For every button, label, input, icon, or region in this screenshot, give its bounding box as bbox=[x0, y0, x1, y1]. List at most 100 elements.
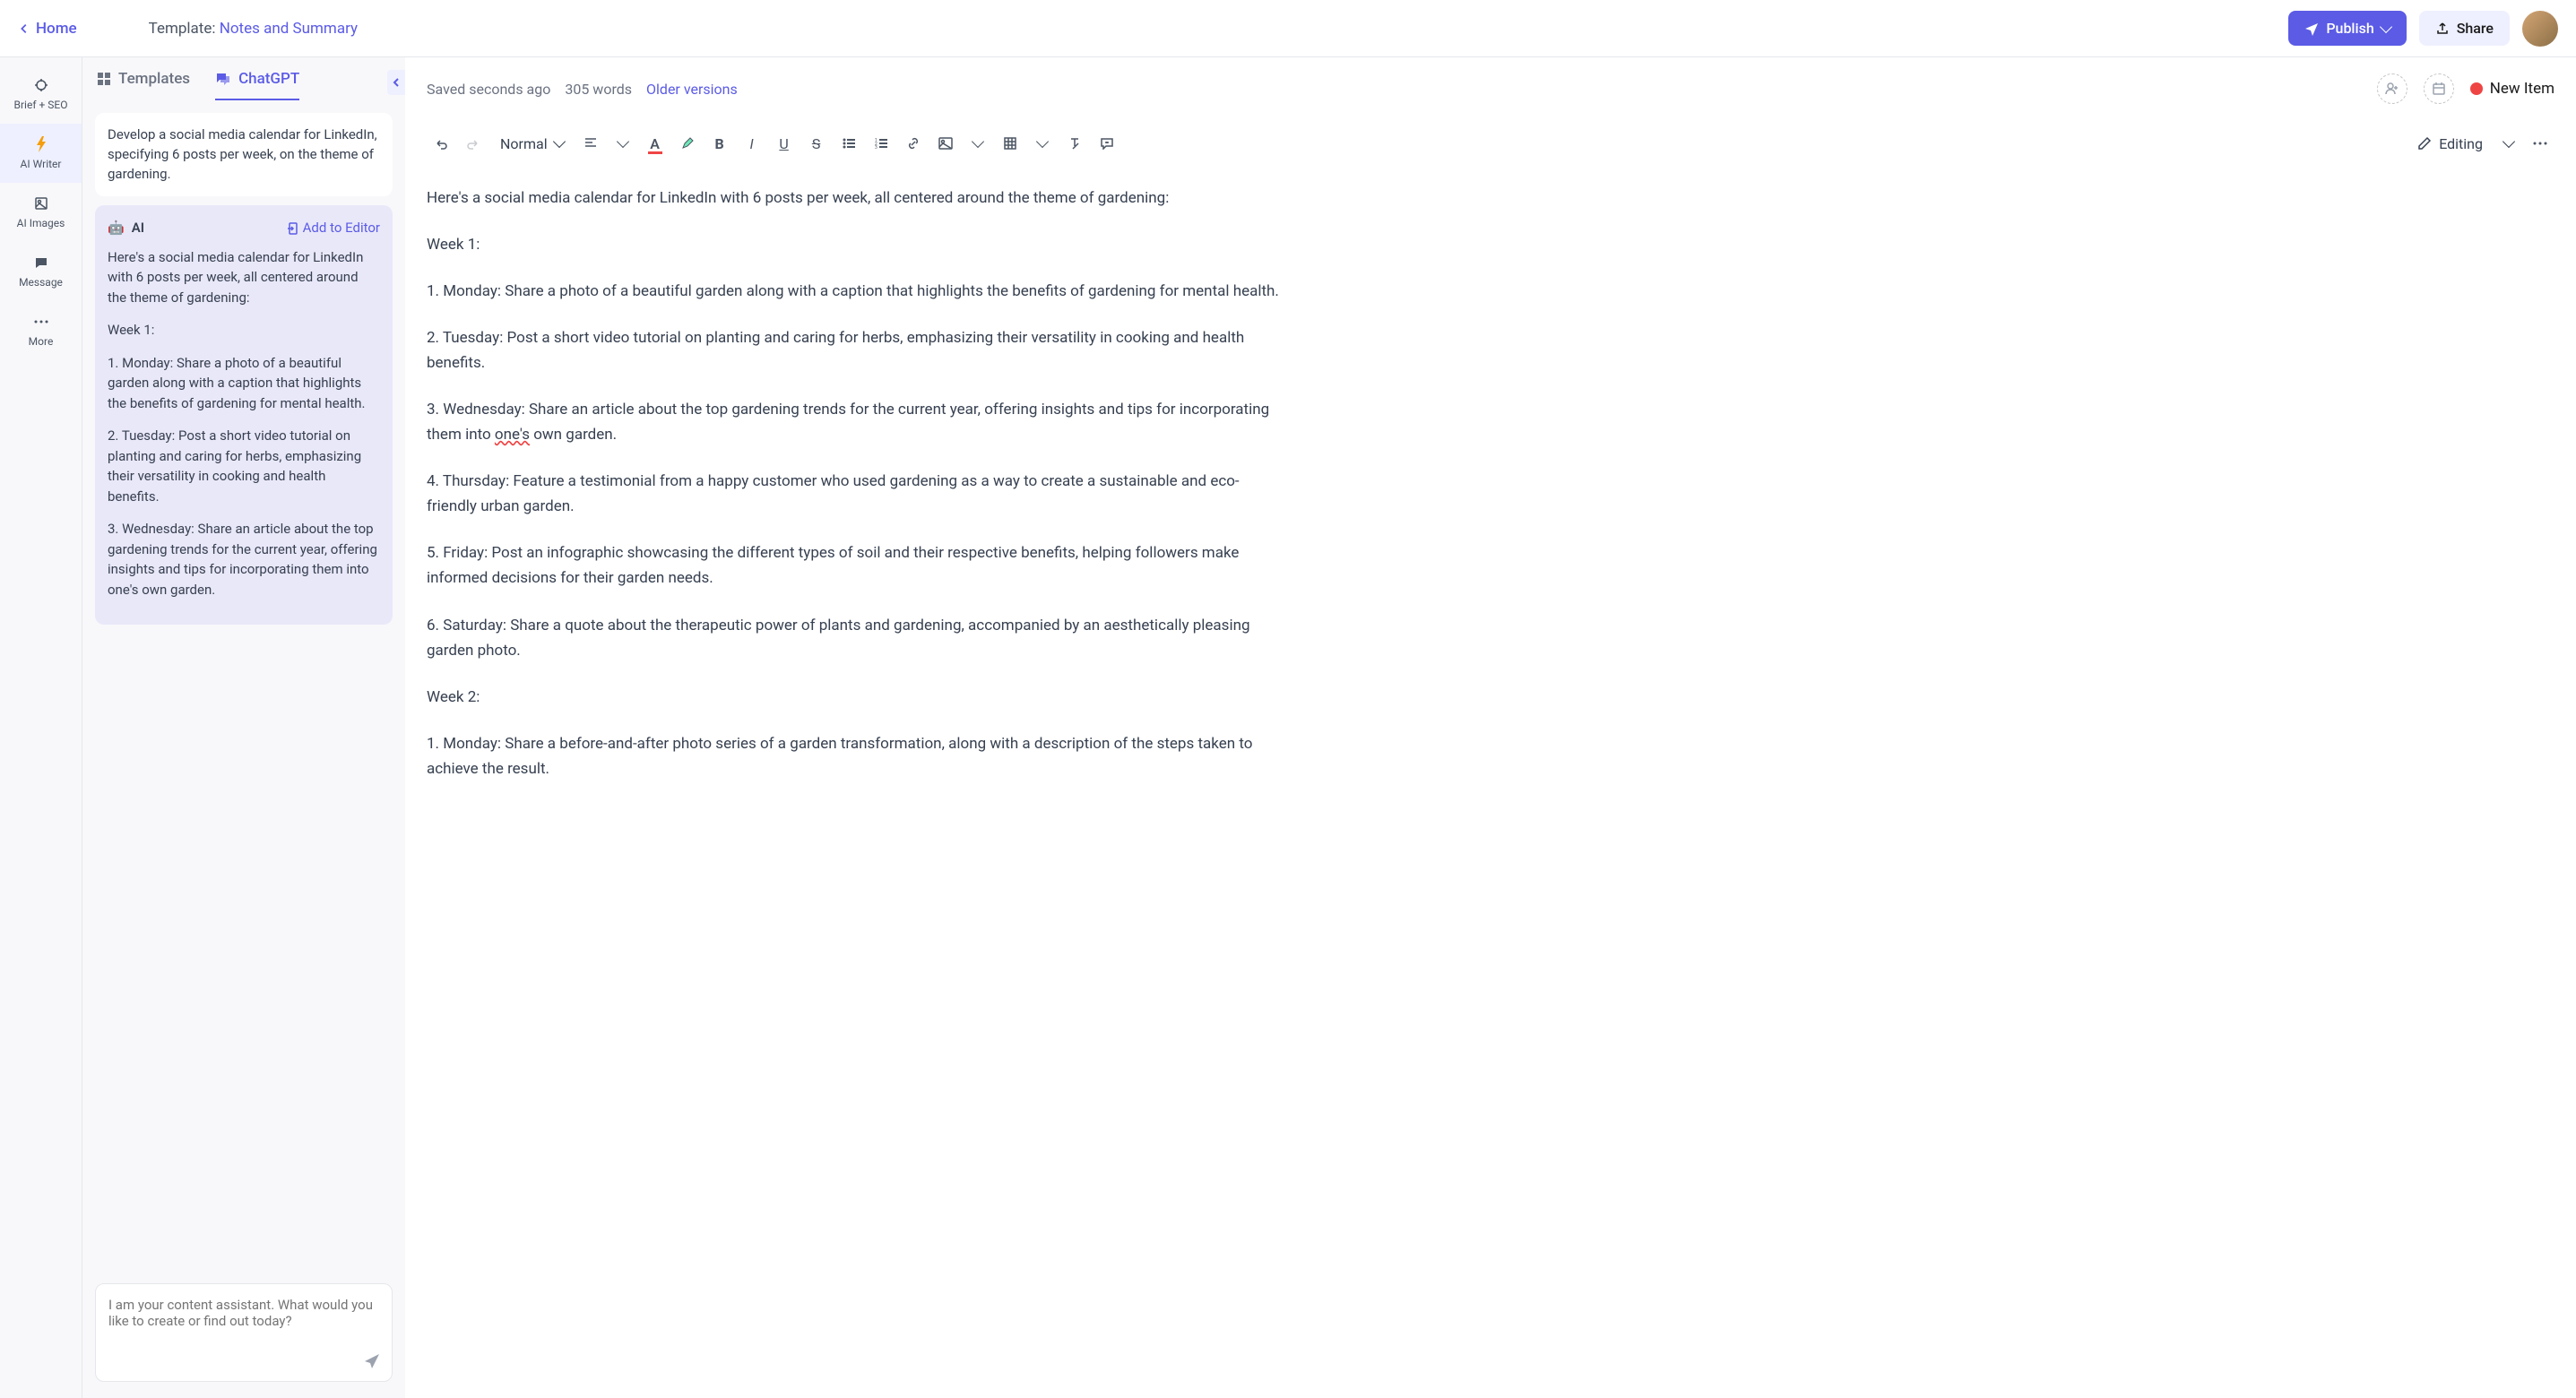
header-right: New Item bbox=[2377, 73, 2554, 104]
numbered-list-button[interactable]: 123 bbox=[867, 129, 895, 158]
rail-message[interactable]: Message bbox=[0, 242, 82, 301]
undo-button[interactable] bbox=[427, 129, 455, 158]
bullet-list-button[interactable] bbox=[834, 129, 863, 158]
editing-mode-select[interactable]: Editing bbox=[2417, 135, 2513, 152]
paper-plane-icon bbox=[364, 1353, 380, 1369]
home-label: Home bbox=[36, 20, 77, 38]
grid-icon bbox=[97, 72, 111, 86]
add-collaborator-button[interactable] bbox=[2377, 73, 2407, 104]
send-icon bbox=[2304, 22, 2319, 36]
user-message: Develop a social media calendar for Link… bbox=[95, 113, 393, 196]
table-button[interactable] bbox=[996, 129, 1024, 158]
ai-label: 🤖 AI bbox=[108, 218, 144, 238]
editor-paragraph: 3. Wednesday: Share an article about the… bbox=[427, 397, 1280, 447]
panel-tabs: Templates ChatGPT bbox=[82, 57, 405, 100]
toolbar: Normal A B I U S 123 E bbox=[405, 120, 2576, 168]
text-a-icon: A bbox=[650, 135, 660, 152]
template-label: Template: Notes and Summary bbox=[149, 20, 358, 38]
bullet-list-icon bbox=[843, 138, 855, 149]
underline-button[interactable]: U bbox=[770, 129, 799, 158]
collapse-panel-button[interactable] bbox=[387, 70, 405, 95]
top-actions: Publish Share bbox=[2288, 11, 2558, 47]
link-icon bbox=[906, 136, 921, 151]
paragraph-style-select[interactable]: Normal bbox=[491, 135, 573, 152]
editor-paragraph: 5. Friday: Post an infographic showcasin… bbox=[427, 540, 1280, 591]
editor-paragraph: Week 2: bbox=[427, 685, 1280, 710]
table-icon bbox=[1004, 137, 1016, 150]
bolt-icon bbox=[33, 136, 49, 152]
editor-content[interactable]: Here's a social media calendar for Linke… bbox=[405, 168, 1301, 1398]
highlighter-icon bbox=[680, 136, 695, 151]
table-dropdown[interactable] bbox=[1028, 129, 1057, 158]
older-versions-link[interactable]: Older versions bbox=[646, 81, 738, 98]
editor-area: Saved seconds ago 305 words Older versio… bbox=[405, 57, 2576, 1398]
chat-icon bbox=[33, 255, 49, 271]
redo-icon bbox=[466, 136, 480, 151]
undo-icon bbox=[434, 136, 448, 151]
chat-input[interactable] bbox=[95, 1283, 393, 1382]
italic-button[interactable]: I bbox=[738, 129, 766, 158]
word-count: 305 words bbox=[565, 81, 632, 98]
redo-button[interactable] bbox=[459, 129, 488, 158]
more-button[interactable] bbox=[2526, 129, 2554, 158]
rail-ai-writer[interactable]: AI Writer bbox=[0, 124, 82, 183]
editor-header: Saved seconds ago 305 words Older versio… bbox=[405, 57, 2576, 120]
target-icon bbox=[33, 77, 49, 93]
template-name[interactable]: Notes and Summary bbox=[220, 20, 358, 38]
align-left-icon bbox=[584, 138, 597, 149]
image-dropdown[interactable] bbox=[964, 129, 992, 158]
add-to-editor-button[interactable]: Add to Editor bbox=[287, 218, 380, 238]
clear-format-icon bbox=[1068, 136, 1082, 151]
rail-ai-images[interactable]: AI Images bbox=[0, 183, 82, 242]
pencil-icon bbox=[2417, 136, 2432, 151]
bold-icon: B bbox=[714, 135, 723, 152]
send-button[interactable] bbox=[364, 1353, 380, 1373]
rail-more[interactable]: More bbox=[0, 301, 82, 360]
chevron-left-icon bbox=[392, 78, 401, 87]
tab-templates[interactable]: Templates bbox=[97, 70, 190, 100]
schedule-button[interactable] bbox=[2424, 73, 2454, 104]
left-rail: Brief + SEO AI Writer AI Images Message … bbox=[0, 57, 82, 1398]
rail-brief-seo[interactable]: Brief + SEO bbox=[0, 65, 82, 124]
ai-message: 🤖 AI Add to Editor Here's a social media… bbox=[95, 205, 393, 625]
publish-button[interactable]: Publish bbox=[2288, 11, 2406, 46]
align-dropdown[interactable] bbox=[609, 129, 637, 158]
underline-icon: U bbox=[779, 135, 788, 152]
share-button[interactable]: Share bbox=[2419, 11, 2510, 46]
bold-button[interactable]: B bbox=[705, 129, 734, 158]
chat-input-wrap bbox=[82, 1283, 405, 1398]
image-button[interactable] bbox=[931, 129, 960, 158]
spell-error: one's bbox=[495, 426, 530, 444]
chevron-down-icon bbox=[2503, 135, 2515, 148]
ai-content: Here's a social media calendar for Linke… bbox=[108, 247, 380, 600]
editor-paragraph: 4. Thursday: Feature a testimonial from … bbox=[427, 469, 1280, 519]
user-avatar[interactable] bbox=[2522, 11, 2558, 47]
image-icon bbox=[938, 137, 953, 150]
italic-icon: I bbox=[749, 135, 753, 152]
save-status: Saved seconds ago bbox=[427, 81, 550, 98]
align-button[interactable] bbox=[576, 129, 605, 158]
highlight-button[interactable] bbox=[673, 129, 702, 158]
comments-icon bbox=[215, 72, 231, 86]
tab-chatgpt[interactable]: ChatGPT bbox=[215, 70, 299, 100]
home-link[interactable]: Home bbox=[18, 20, 77, 38]
chevron-down-icon bbox=[1036, 135, 1049, 148]
link-button[interactable] bbox=[899, 129, 928, 158]
new-item-status[interactable]: New Item bbox=[2470, 80, 2554, 98]
main-area: Brief + SEO AI Writer AI Images Message … bbox=[0, 57, 2576, 1398]
comment-button[interactable] bbox=[1093, 129, 1121, 158]
chat-body: Develop a social media calendar for Link… bbox=[82, 100, 405, 1283]
ai-header: 🤖 AI Add to Editor bbox=[108, 218, 380, 238]
top-bar: Home Template: Notes and Summary Publish… bbox=[0, 0, 2576, 57]
numbered-list-icon: 123 bbox=[875, 138, 887, 149]
comment-icon bbox=[1100, 137, 1114, 150]
editor-paragraph: 1. Monday: Share a photo of a beautiful … bbox=[427, 279, 1280, 304]
side-panel: Templates ChatGPT Develop a social media… bbox=[82, 57, 405, 1398]
chevron-down-icon bbox=[617, 135, 629, 148]
strikethrough-button[interactable]: S bbox=[802, 129, 831, 158]
dots-icon bbox=[2533, 142, 2547, 145]
editor-paragraph: 1. Monday: Share a before-and-after phot… bbox=[427, 731, 1280, 781]
clear-format-button[interactable] bbox=[1060, 129, 1089, 158]
dots-icon bbox=[33, 314, 49, 330]
text-color-button[interactable]: A bbox=[641, 129, 670, 158]
